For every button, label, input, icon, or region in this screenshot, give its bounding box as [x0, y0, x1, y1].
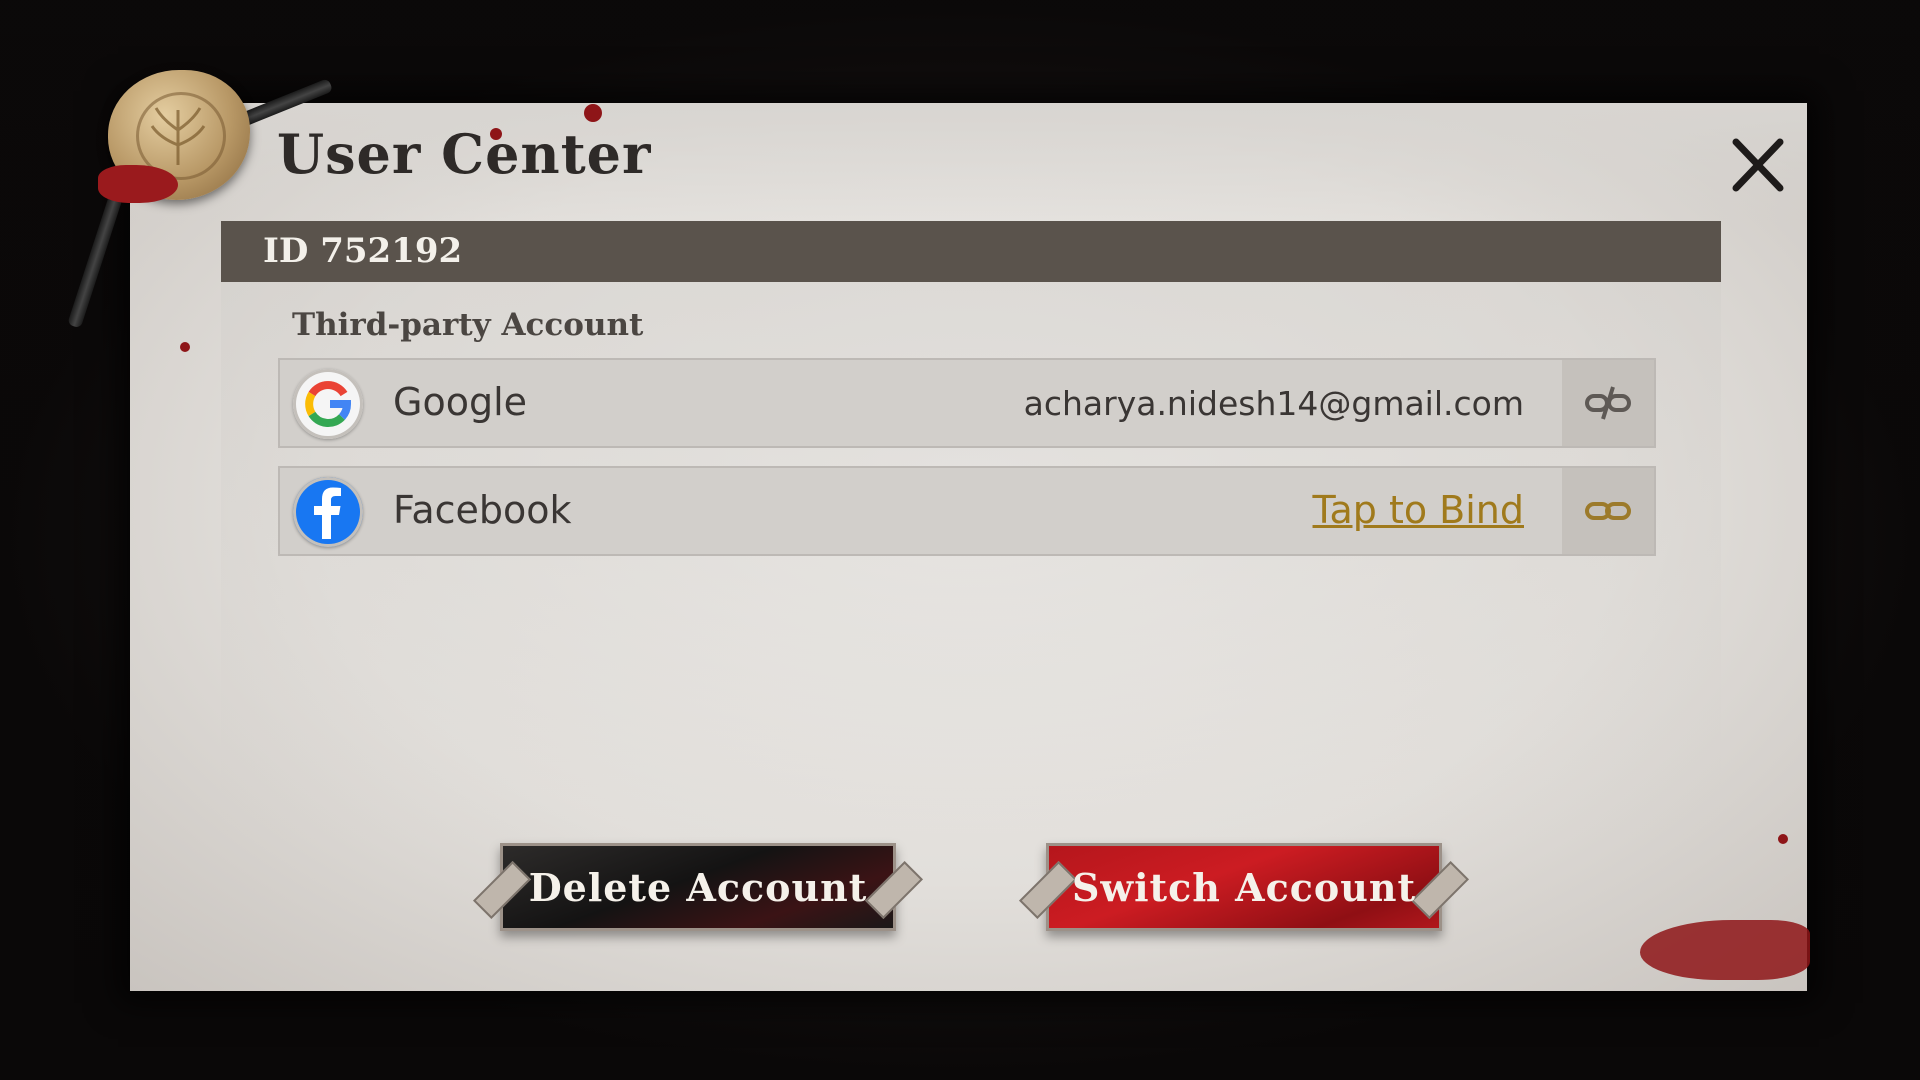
- unlink-button[interactable]: [1562, 360, 1654, 446]
- close-icon: [1732, 138, 1784, 192]
- third-party-section-label: Third-party Account: [292, 307, 644, 343]
- delete-account-label: Delete Account: [528, 864, 868, 910]
- unlink-icon: [1585, 386, 1631, 420]
- link-icon: [1585, 502, 1631, 520]
- google-icon: [293, 369, 363, 439]
- blood-splatter: [1778, 834, 1788, 844]
- account-row-facebook: Facebook Tap to Bind: [278, 466, 1656, 556]
- link-button[interactable]: [1562, 468, 1654, 554]
- close-button[interactable]: [1722, 130, 1792, 200]
- switch-account-button[interactable]: Switch Account: [1019, 843, 1469, 931]
- user-id-bar: ID 752192: [221, 221, 1721, 282]
- blood-splatter: [180, 342, 190, 352]
- dialog-title: User Center: [277, 122, 652, 186]
- switch-account-label: Switch Account: [1071, 864, 1417, 910]
- tap-to-bind-link[interactable]: Tap to Bind: [1313, 488, 1524, 532]
- account-email: acharya.nidesh14@gmail.com: [1023, 384, 1524, 423]
- facebook-icon: [293, 477, 363, 547]
- account-provider-name: Google: [393, 380, 528, 424]
- blood-splatter: [1640, 920, 1810, 980]
- delete-account-button[interactable]: Delete Account: [473, 843, 923, 931]
- account-row-google: Google acharya.nidesh14@gmail.com: [278, 358, 1656, 448]
- seal-blood-drip: [98, 165, 178, 203]
- user-id-label: ID 752192: [263, 231, 463, 271]
- blood-splatter: [584, 104, 602, 122]
- account-provider-name: Facebook: [393, 488, 572, 532]
